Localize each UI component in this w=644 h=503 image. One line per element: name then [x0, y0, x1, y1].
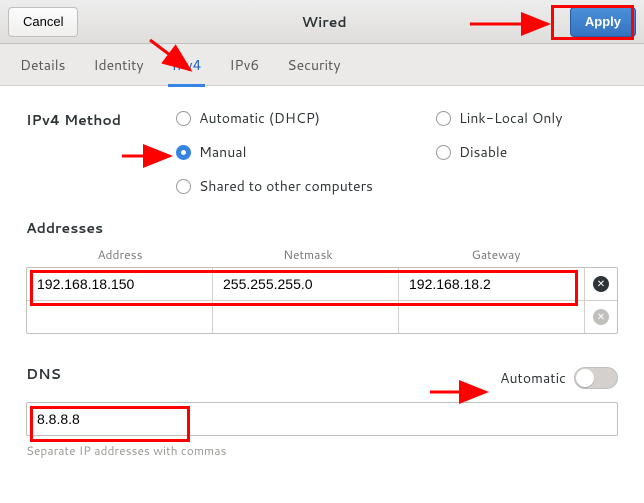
radio-circle-icon — [176, 179, 191, 194]
radio-circle-icon — [176, 111, 191, 126]
radio-link-local[interactable]: Link-Local Only — [436, 108, 563, 128]
close-icon — [593, 309, 609, 325]
radio-circle-icon — [436, 111, 451, 126]
header-address: Address — [26, 246, 214, 263]
delete-row-button[interactable] — [585, 268, 617, 300]
addresses-headers: Address Netmask Gateway — [26, 246, 618, 263]
tab-security[interactable]: Security — [287, 44, 340, 86]
radio-link-local-label: Link-Local Only — [459, 108, 563, 128]
radio-disable[interactable]: Disable — [436, 142, 563, 162]
radio-shared[interactable]: Shared to other computers — [176, 176, 436, 196]
cancel-button[interactable]: Cancel — [8, 7, 78, 37]
tab-ipv6[interactable]: IPv6 — [229, 44, 259, 86]
tab-details[interactable]: Details — [20, 44, 66, 86]
annotation-rect-dns-input — [30, 406, 190, 442]
switch-knob-icon — [576, 369, 594, 387]
tabs: Details Identity IPv4 IPv6 Security — [0, 44, 644, 86]
annotation-rect-apply — [551, 5, 634, 40]
radio-automatic-label: Automatic (DHCP) — [199, 108, 320, 128]
dns-automatic-switch[interactable] — [574, 367, 618, 389]
dns-title: DNS — [26, 364, 500, 384]
radio-circle-icon — [436, 145, 451, 160]
radio-disable-label: Disable — [459, 142, 507, 162]
ipv4-method-section: IPv4 Method Automatic (DHCP) Manual Shar… — [26, 108, 618, 196]
dns-automatic-label: Automatic — [500, 368, 566, 388]
header-netmask: Netmask — [214, 246, 402, 263]
radio-shared-label: Shared to other computers — [199, 176, 373, 196]
radio-automatic[interactable]: Automatic (DHCP) — [176, 108, 436, 128]
dns-hint: Separate IP addresses with commas — [26, 442, 618, 459]
addresses-title: Addresses — [26, 218, 618, 238]
header-gateway: Gateway — [402, 246, 590, 263]
annotation-rect-address-row — [30, 270, 578, 306]
radio-manual[interactable]: Manual — [176, 142, 436, 162]
tab-ipv4[interactable]: IPv4 — [172, 44, 202, 86]
radio-circle-icon — [176, 145, 191, 160]
headerbar: Cancel Wired Apply — [0, 0, 644, 44]
tab-identity[interactable]: Identity — [94, 44, 144, 86]
radio-manual-label: Manual — [199, 142, 246, 162]
ipv4-method-label: IPv4 Method — [26, 108, 176, 196]
close-icon — [593, 276, 609, 292]
window-title: Wired — [302, 12, 347, 32]
delete-row-button[interactable] — [585, 301, 617, 333]
